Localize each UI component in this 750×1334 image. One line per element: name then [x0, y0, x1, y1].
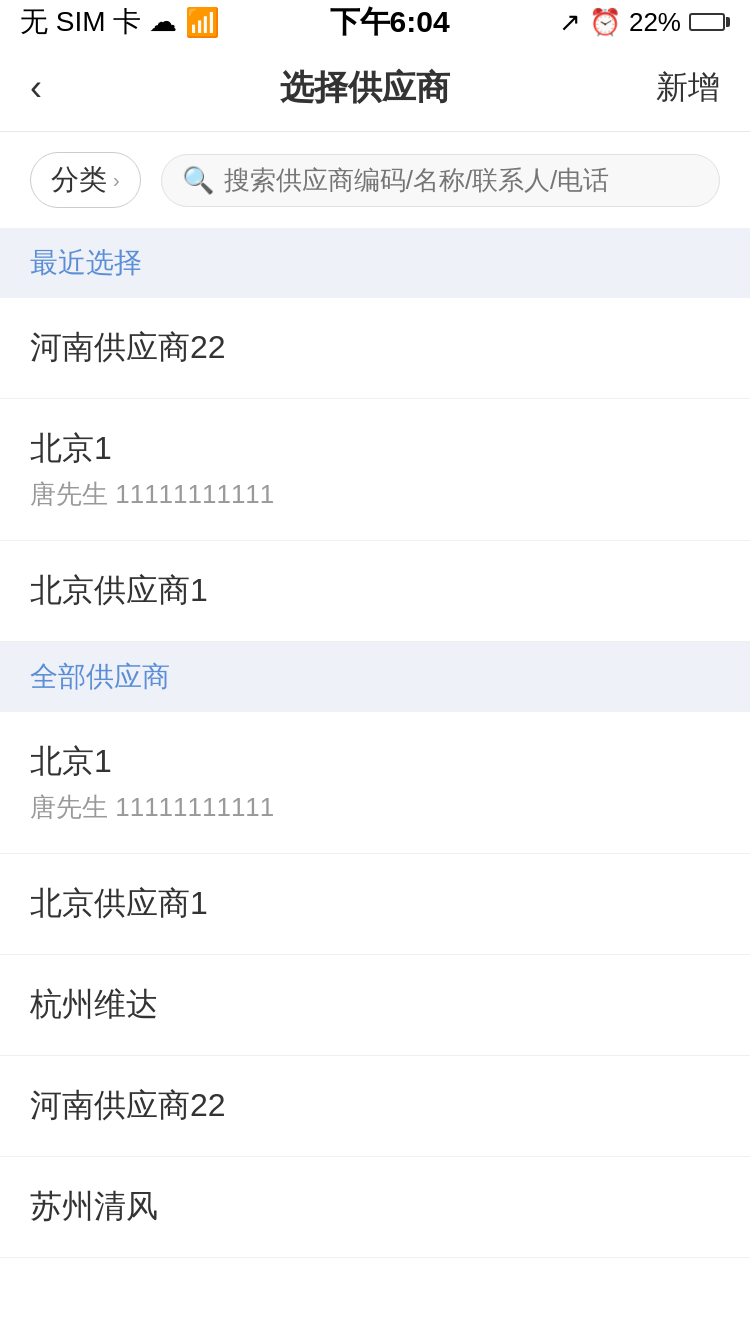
all-list: 北京1 唐先生 11111111111 北京供应商1 杭州维达河南供应商22 苏州清风 — [0, 712, 750, 1258]
battery-percent: 22% — [629, 7, 681, 38]
chevron-down-icon: › — [113, 169, 120, 192]
wifi-icon: 📶 — [185, 6, 220, 39]
item-name: 河南供应商22 — [30, 1084, 720, 1128]
page-title: 选择供应商 — [280, 65, 450, 111]
add-button[interactable]: 新增 — [640, 66, 720, 110]
item-name: 苏州清风 — [30, 1185, 720, 1229]
back-button[interactable]: ‹ — [30, 67, 90, 109]
recent-list: 河南供应商22 北京1 唐先生 11111111111 北京供应商1 — [0, 298, 750, 642]
alarm-icon: ⏰ — [589, 7, 621, 38]
category-filter[interactable]: 分类 › — [30, 152, 141, 208]
item-name: 北京供应商1 — [30, 569, 720, 613]
list-item[interactable]: 北京1 唐先生 11111111111 — [0, 399, 750, 541]
recent-section-header: 最近选择 — [0, 228, 750, 298]
item-sub: 唐先生 11111111111 — [30, 477, 720, 512]
item-name: 河南供应商22 — [30, 326, 720, 370]
list-item[interactable]: 苏州清风 — [0, 1157, 750, 1258]
item-name: 杭州维达 — [30, 983, 720, 1027]
item-name: 北京供应商1 — [30, 882, 720, 926]
nav-bar: ‹ 选择供应商 新增 — [0, 44, 750, 132]
search-input[interactable] — [224, 165, 699, 196]
location-icon: ↗ — [559, 7, 581, 38]
status-left: 无 SIM 卡 ☁ 📶 — [20, 3, 220, 41]
list-item[interactable]: 北京1 唐先生 11111111111 — [0, 712, 750, 854]
status-bar: 无 SIM 卡 ☁ 📶 下午6:04 ↗ ⏰ 22% — [0, 0, 750, 44]
list-item[interactable]: 北京供应商1 — [0, 854, 750, 955]
list-item[interactable]: 河南供应商22 — [0, 1056, 750, 1157]
item-name: 北京1 — [30, 427, 720, 471]
status-right: ↗ ⏰ 22% — [559, 7, 730, 38]
list-item[interactable]: 杭州维达 — [0, 955, 750, 1056]
filter-bar: 分类 › 🔍 — [0, 132, 750, 228]
status-time: 下午6:04 — [330, 2, 450, 43]
battery-icon — [689, 13, 730, 31]
item-sub: 唐先生 11111111111 — [30, 790, 720, 825]
item-name: 北京1 — [30, 740, 720, 784]
search-icon: 🔍 — [182, 165, 214, 196]
category-label: 分类 — [51, 161, 107, 199]
list-item[interactable]: 北京供应商1 — [0, 541, 750, 642]
list-item[interactable]: 河南供应商22 — [0, 298, 750, 399]
search-box[interactable]: 🔍 — [161, 154, 720, 207]
all-section-header: 全部供应商 — [0, 642, 750, 712]
sim-status: 无 SIM 卡 ☁ — [20, 3, 177, 41]
